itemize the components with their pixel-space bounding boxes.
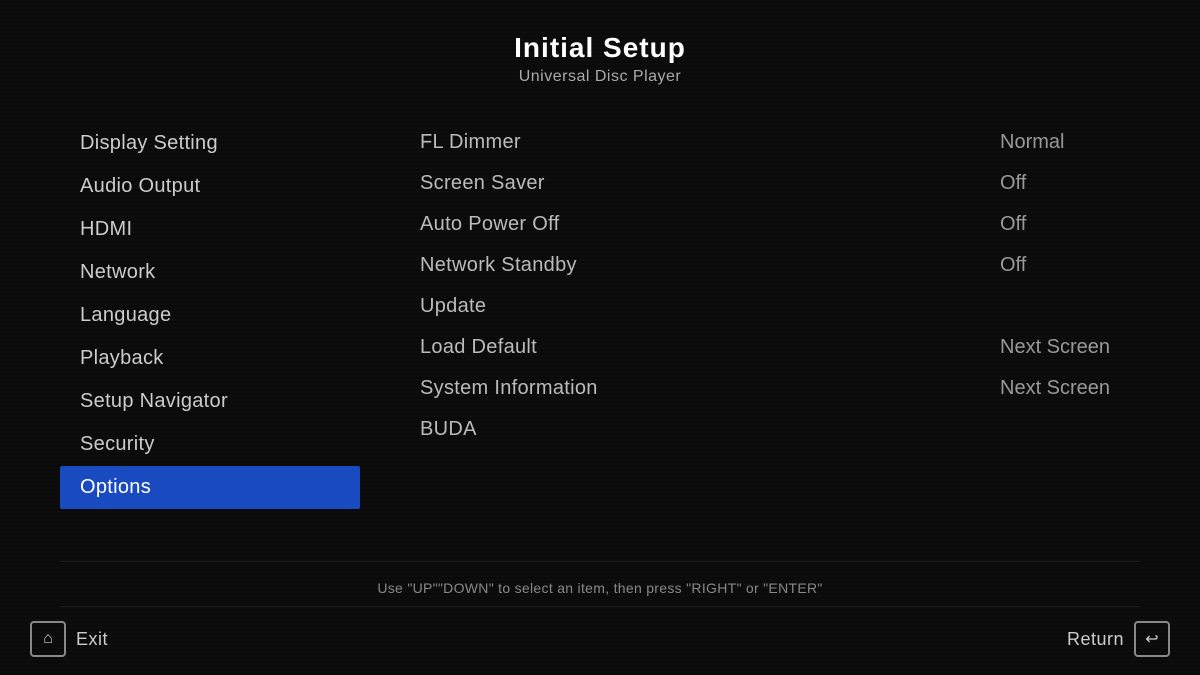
- bottom-bar: ⌂ Exit Return ↩: [0, 607, 1200, 675]
- settings-label-screen-saver: Screen Saver: [420, 172, 980, 195]
- exit-label: Exit: [76, 629, 108, 650]
- sidebar-item-display-setting[interactable]: Display Setting: [60, 122, 360, 165]
- sidebar-item-audio-output[interactable]: Audio Output: [60, 165, 360, 208]
- home-icon: ⌂: [30, 621, 66, 657]
- return-button[interactable]: Return ↩: [1067, 621, 1170, 657]
- settings-label-auto-power-off: Auto Power Off: [420, 213, 980, 236]
- settings-row-update[interactable]: Update: [420, 286, 1140, 327]
- sidebar-item-hdmi[interactable]: HDMI: [60, 208, 360, 251]
- settings-row-buda[interactable]: BUDA: [420, 409, 1140, 450]
- sidebar-item-network[interactable]: Network: [60, 251, 360, 294]
- settings-label-system-information: System Information: [420, 377, 980, 400]
- exit-button[interactable]: ⌂ Exit: [30, 621, 108, 657]
- footer-hint: Use "UP""DOWN" to select an item, then p…: [0, 562, 1200, 606]
- settings-value-load-default: Next Screen: [980, 336, 1140, 359]
- header: Initial Setup Universal Disc Player: [0, 0, 1200, 98]
- settings-row-screen-saver[interactable]: Screen SaverOff: [420, 163, 1140, 204]
- settings-row-network-standby[interactable]: Network StandbyOff: [420, 245, 1140, 286]
- settings-row-fl-dimmer[interactable]: FL DimmerNormal: [420, 122, 1140, 163]
- sidebar-item-setup-navigator[interactable]: Setup Navigator: [60, 380, 360, 423]
- settings-value-fl-dimmer: Normal: [980, 131, 1140, 154]
- settings-value-network-standby: Off: [980, 254, 1140, 277]
- return-label: Return: [1067, 629, 1124, 650]
- settings-value-system-information: Next Screen: [980, 377, 1140, 400]
- sidebar: Display SettingAudio OutputHDMINetworkLa…: [60, 118, 360, 561]
- settings-label-buda: BUDA: [420, 418, 980, 441]
- page-title: Initial Setup: [0, 32, 1200, 64]
- return-icon: ↩: [1134, 621, 1170, 657]
- settings-label-network-standby: Network Standby: [420, 254, 980, 277]
- sidebar-item-playback[interactable]: Playback: [60, 337, 360, 380]
- settings-value-auto-power-off: Off: [980, 213, 1140, 236]
- settings-label-fl-dimmer: FL Dimmer: [420, 131, 980, 154]
- settings-panel: FL DimmerNormalScreen SaverOffAuto Power…: [360, 118, 1140, 561]
- settings-value-screen-saver: Off: [980, 172, 1140, 195]
- sidebar-item-language[interactable]: Language: [60, 294, 360, 337]
- page-subtitle: Universal Disc Player: [0, 68, 1200, 86]
- settings-label-load-default: Load Default: [420, 336, 980, 359]
- sidebar-item-options[interactable]: Options: [60, 466, 360, 509]
- sidebar-item-security[interactable]: Security: [60, 423, 360, 466]
- settings-row-system-information[interactable]: System InformationNext Screen: [420, 368, 1140, 409]
- main-content: Display SettingAudio OutputHDMINetworkLa…: [0, 98, 1200, 561]
- settings-row-auto-power-off[interactable]: Auto Power OffOff: [420, 204, 1140, 245]
- settings-row-load-default[interactable]: Load DefaultNext Screen: [420, 327, 1140, 368]
- settings-label-update: Update: [420, 295, 980, 318]
